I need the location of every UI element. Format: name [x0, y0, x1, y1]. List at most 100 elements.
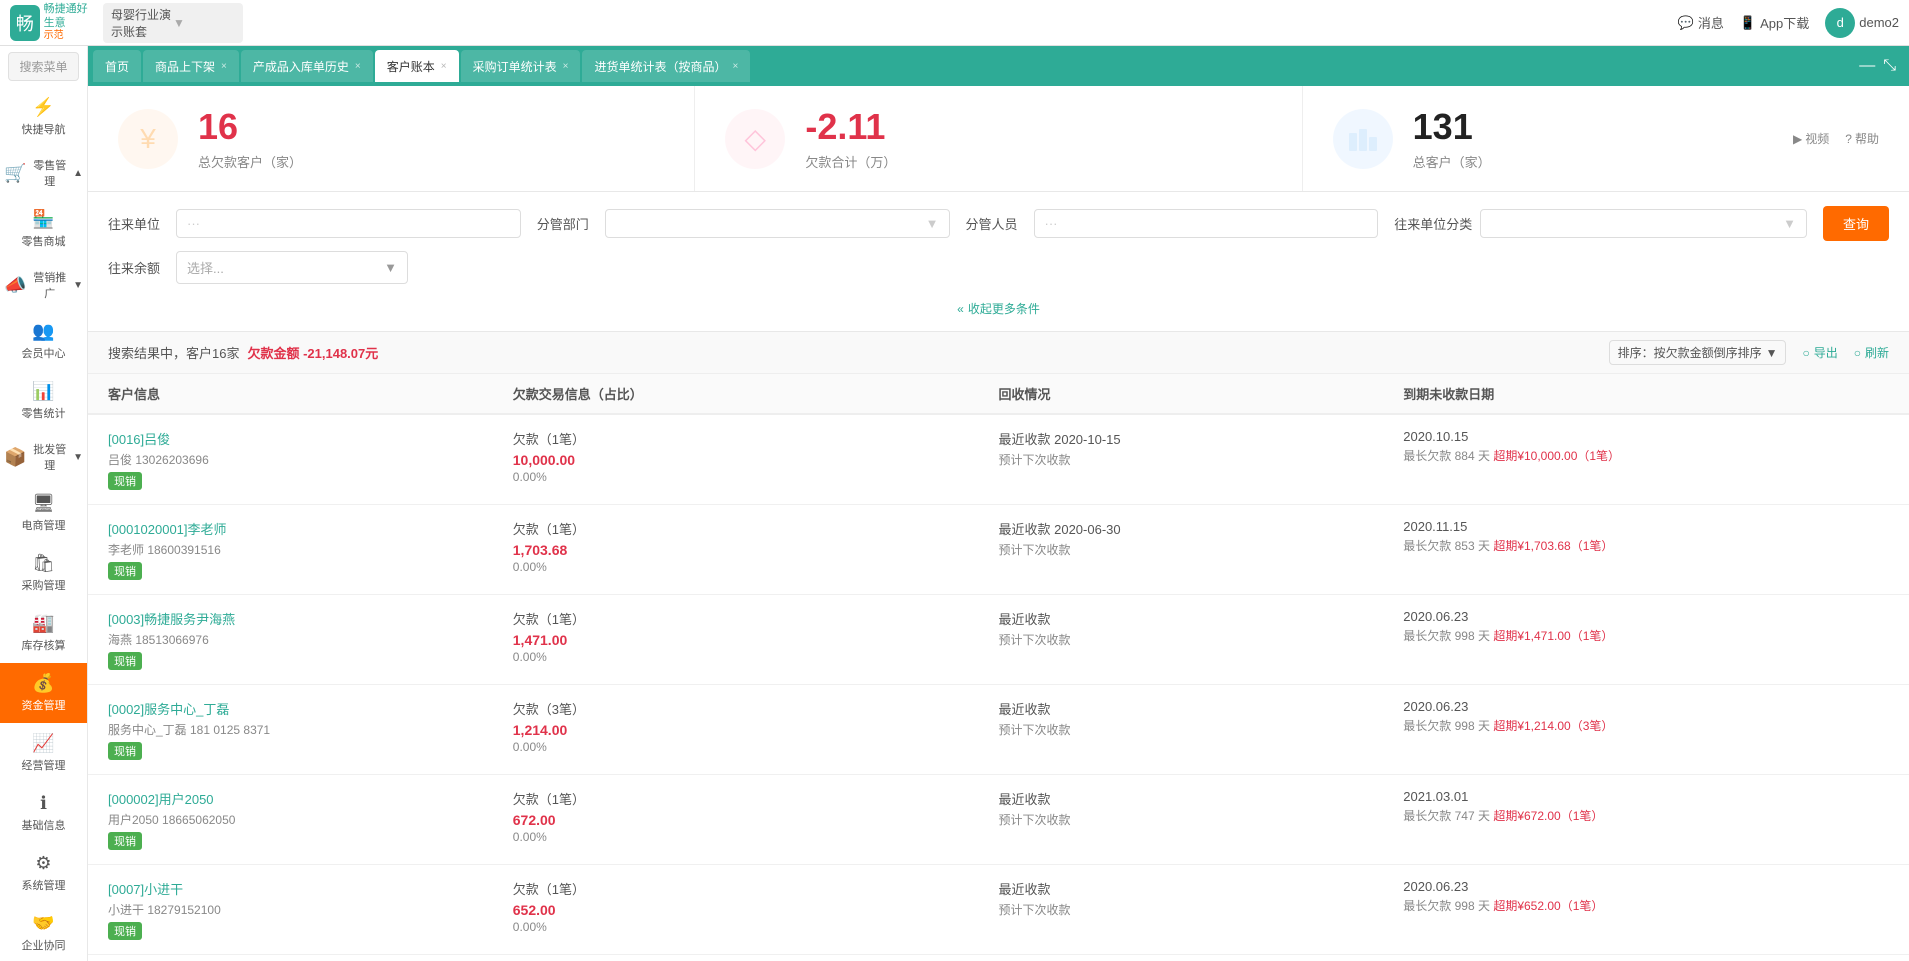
overdue-info-0: 2020.10.15 最长欠款 884 天 超期¥10,000.00（1笔） [1403, 429, 1889, 464]
video-icon: ▶ [1793, 132, 1802, 146]
collapse-btn[interactable]: « 收起更多条件 [957, 300, 1040, 317]
overdue-link-4[interactable]: 超期¥672.00（1笔） [1493, 809, 1603, 823]
stat-text-debt-customers: 16 总欠款客户（家） [198, 106, 302, 171]
user-menu[interactable]: d demo2 [1825, 8, 1899, 38]
video-btn[interactable]: ▶ 视频 [1793, 130, 1829, 147]
tab-product-listing[interactable]: 商品上下架 × [143, 50, 239, 82]
department-select[interactable]: ▼ [605, 209, 950, 238]
sidebar-item-system[interactable]: ⚙ 系统管理 [0, 843, 87, 903]
sidebar-item-operations[interactable]: 📈 经营管理 [0, 723, 87, 783]
tab-purchase-history[interactable]: 产成品入库单历史 × [241, 50, 373, 82]
col-header-overdue: 到期未收款日期 [1403, 384, 1889, 403]
sidebar-item-retail-mall[interactable]: 🏪 零售商城 [0, 199, 87, 259]
tab-purchase-stats-by-product[interactable]: 进货单统计表（按商品） × [582, 50, 750, 82]
industry-selector[interactable]: 母婴行业演示账套 ▼ [103, 3, 243, 43]
collapse-icon: « [957, 302, 964, 316]
close-icon[interactable]: × [355, 61, 361, 72]
stats-icon: 📊 [32, 381, 54, 402]
col-header-debt: 欠款交易信息（占比） [513, 384, 999, 403]
sidebar-item-marketing[interactable]: 📣 营销推广 ▼ [0, 259, 87, 311]
debt-total-icon: ◇ [725, 109, 785, 169]
table-row: [0001020001]李老师 李老师 18600391516 现销 欠款（1笔… [88, 505, 1909, 595]
tab-customer-account[interactable]: 客户账本 × [375, 50, 459, 82]
customer-info-0: [0016]吕俊 吕俊 13026203696 现销 [108, 429, 513, 490]
export-btn[interactable]: ○ 导出 [1802, 344, 1837, 361]
inventory-icon: 🏭 [32, 613, 54, 634]
total-customers-icon [1333, 109, 1393, 169]
overdue-link-2[interactable]: 超期¥1,471.00（1笔） [1493, 629, 1613, 643]
filter-counterpart: 往来单位 ··· [108, 209, 521, 238]
sidebar-item-enterprise-coop[interactable]: 🤝 企业协同 [0, 903, 87, 961]
help-icon: ? [1845, 132, 1852, 146]
person-input[interactable]: ··· [1034, 209, 1379, 238]
tab-home[interactable]: 首页 [93, 50, 141, 82]
finance-icon: 💰 [32, 673, 54, 694]
stat-text-total-customers: 131 总客户（家） [1413, 106, 1491, 171]
nav-icon: ⚡ [32, 97, 54, 118]
table-row: [0006]去下粮仓 陈小帅 现销 欠款（1笔） 455.90 0.00% 最近… [88, 955, 1909, 961]
debt-customers-icon: ¥ [118, 109, 178, 169]
sort-select[interactable]: 排序：按欠款金额倒序排序 ▼ [1609, 340, 1787, 365]
close-icon[interactable]: × [441, 61, 447, 72]
refresh-btn[interactable]: ○ 刷新 [1854, 344, 1889, 361]
results-actions: 排序：按欠款金额倒序排序 ▼ ○ 导出 ○ 刷新 [1609, 340, 1889, 365]
sidebar-item-quick-nav[interactable]: ⚡ 快捷导航 [0, 87, 87, 147]
help-btn[interactable]: ? 帮助 [1845, 130, 1879, 147]
table-row: [0007]小进干 小进干 18279152100 现销 欠款（1笔） 652.… [88, 865, 1909, 955]
overdue-link-0[interactable]: 超期¥10,000.00（1笔） [1493, 449, 1620, 463]
message-btn[interactable]: 💬 消息 [1678, 13, 1724, 32]
customer-name-link-2[interactable]: [0003]畅捷服务尹海燕 [108, 609, 513, 628]
stat-card-debt-customers: ¥ 16 总欠款客户（家） [88, 86, 695, 191]
dropdown-arrow-icon: ▼ [384, 260, 397, 275]
logo-icon: 畅 [10, 5, 40, 41]
sidebar-item-member[interactable]: 👥 会员中心 [0, 311, 87, 371]
customer-name-link-4[interactable]: [000002]用户2050 [108, 789, 513, 808]
filter-person: 分管人员 ··· [966, 209, 1379, 238]
tab-purchase-stats[interactable]: 采购订单统计表 × [461, 50, 581, 82]
overdue-link-3[interactable]: 超期¥1,214.00（3笔） [1493, 719, 1613, 733]
sidebar-item-purchase[interactable]: 🛍 采购管理 [0, 543, 87, 603]
sidebar-item-inventory[interactable]: 🏭 库存核算 [0, 603, 87, 663]
main-area: 搜索菜单 ⚡ 快捷导航 🛒 零售管理 ▲ 🏪 零售商城 📣 营销推广 ▼ 👥 [0, 46, 1909, 961]
customer-info-1: [0001020001]李老师 李老师 18600391516 现销 [108, 519, 513, 580]
tab-minimize-icon[interactable]: — [1859, 57, 1875, 75]
close-icon[interactable]: × [732, 61, 738, 72]
overdue-info-1: 2020.11.15 最长欠款 853 天 超期¥1,703.68（1笔） [1403, 519, 1889, 554]
batch-icon: 📦 [4, 447, 26, 468]
customer-name-link-0[interactable]: [0016]吕俊 [108, 429, 513, 448]
category-select[interactable]: ▼ [1480, 209, 1807, 238]
sidebar-item-ecommerce[interactable]: 🖥 电商管理 [0, 483, 87, 543]
customer-name-link-5[interactable]: [0007]小进干 [108, 879, 513, 898]
search-button[interactable]: 查询 [1823, 206, 1889, 241]
collapse-row: « 收起更多条件 [108, 294, 1889, 323]
table-row: [000002]用户2050 用户2050 18665062050 现销 欠款（… [88, 775, 1909, 865]
customer-name-link-3[interactable]: [0002]服务中心_丁磊 [108, 699, 513, 718]
member-icon: 👥 [32, 321, 54, 342]
tab-maximize-icon[interactable]: ⤡ [1883, 57, 1896, 75]
overdue-link-1[interactable]: 超期¥1,703.68（1笔） [1493, 539, 1613, 553]
counterpart-input[interactable]: ··· [176, 209, 521, 238]
close-icon[interactable]: × [221, 61, 227, 72]
filter-category: 往来单位分类 ▼ [1394, 209, 1807, 238]
search-menu-btn[interactable]: 搜索菜单 [8, 52, 79, 81]
return-info-0: 最近收款 2020-10-15 预计下次收款 [999, 429, 1404, 468]
logo-text: 畅捷通好生意 示范 [44, 3, 98, 41]
app-download-btn[interactable]: 📱 App下载 [1740, 13, 1809, 32]
sidebar-item-finance[interactable]: 💰 资金管理 [0, 663, 87, 723]
customer-name-link-1[interactable]: [0001020001]李老师 [108, 519, 513, 538]
filter-area: 往来单位 ··· 分管部门 ▼ 分管人员 [88, 192, 1909, 332]
balance-select[interactable]: 选择... ▼ [176, 251, 408, 284]
avatar: d [1825, 8, 1855, 38]
return-info-4: 最近收款 预计下次收款 [999, 789, 1404, 828]
col-header-return: 回收情况 [999, 384, 1404, 403]
purchase-icon: 🛍 [32, 553, 55, 574]
sidebar-item-retail-stats[interactable]: 📊 零售统计 [0, 371, 87, 431]
table-header: 客户信息 欠款交易信息（占比） 回收情况 到期未收款日期 [88, 374, 1909, 415]
customer-info-3: [0002]服务中心_丁磊 服务中心_丁磊 181 0125 8371 现销 [108, 699, 513, 760]
sidebar-item-retail-mgmt[interactable]: 🛒 零售管理 ▲ [0, 147, 87, 199]
stats-row: ¥ 16 总欠款客户（家） ◇ -2.11 欠款合计（万） [88, 86, 1909, 192]
close-icon[interactable]: × [563, 61, 569, 72]
sidebar-item-basic-info[interactable]: ℹ 基础信息 [0, 783, 87, 843]
overdue-link-5[interactable]: 超期¥652.00（1笔） [1493, 899, 1603, 913]
sidebar-item-batch-mgmt[interactable]: 📦 批发管理 ▼ [0, 431, 87, 483]
